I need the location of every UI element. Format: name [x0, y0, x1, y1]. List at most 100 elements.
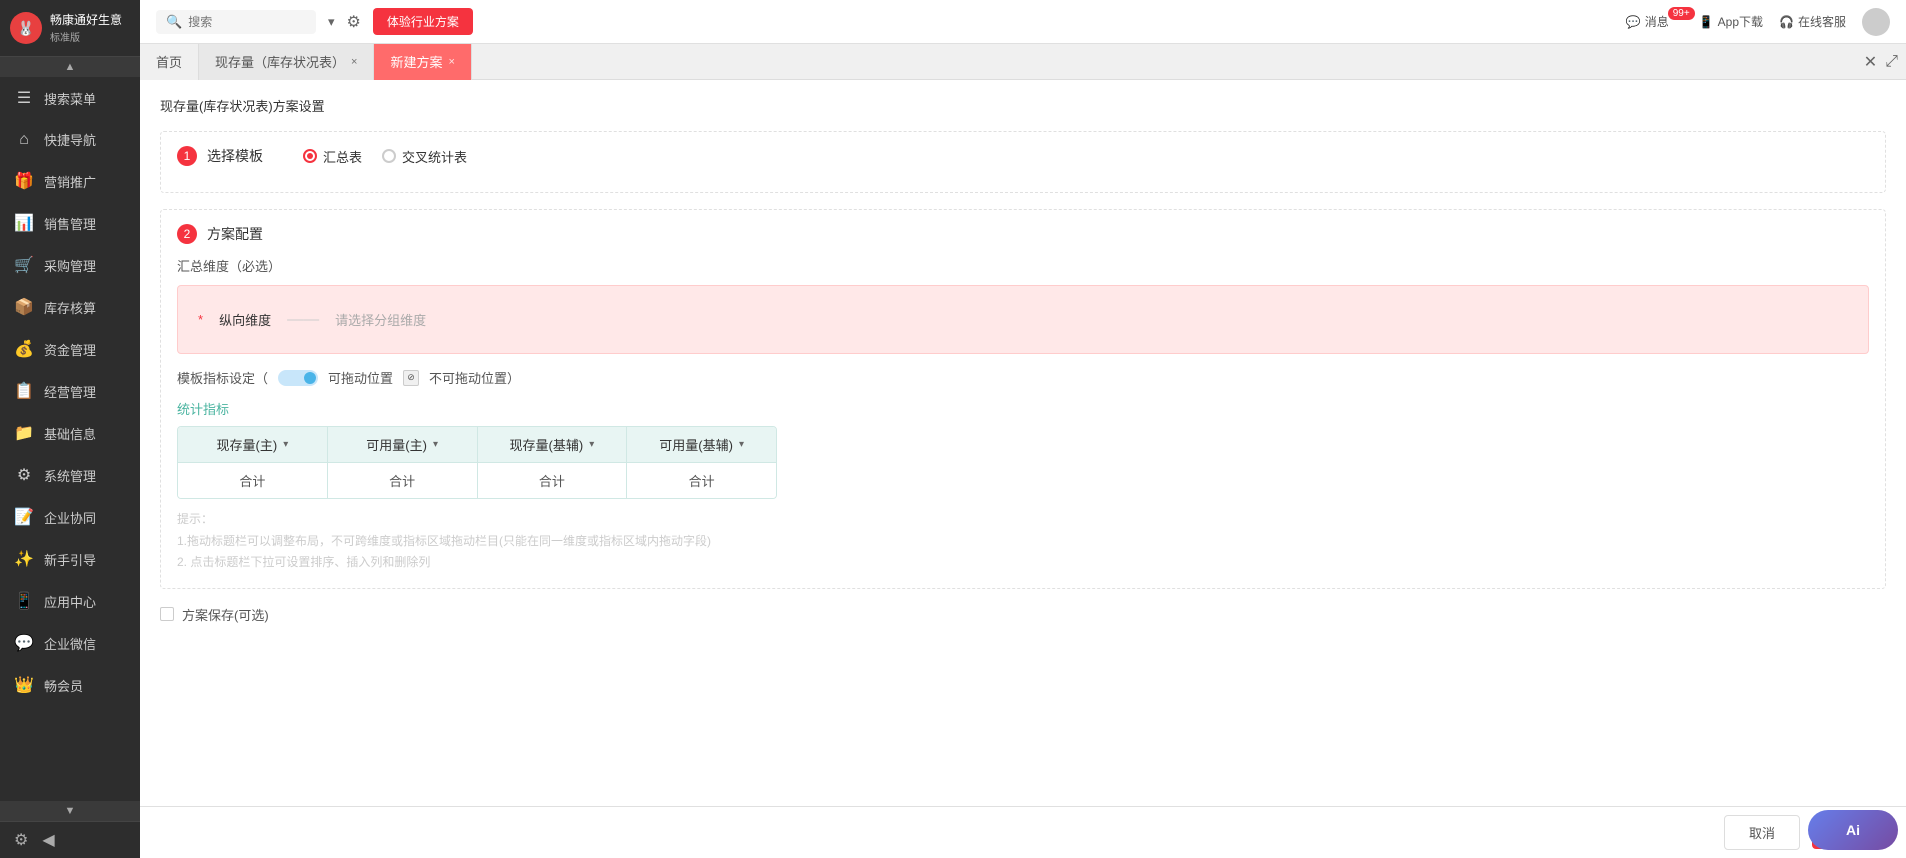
tab-new-plan-label: 新建方案	[390, 52, 442, 71]
tip1: 1.拖动标题栏可以调整布局，不可跨维度或指标区域拖动栏目(只能在同一维度或指标区…	[177, 531, 1869, 553]
app-icon: 📱	[14, 591, 34, 611]
section2-header: 2 方案配置	[177, 224, 1869, 244]
tab-new-plan[interactable]: 新建方案 ×	[374, 44, 471, 80]
topbar-dropdown-icon[interactable]: ▾	[328, 14, 335, 30]
cell-2: 合计	[328, 463, 478, 498]
stats-col-2[interactable]: 可用量(主) ▾	[328, 427, 478, 462]
tabs-bar: 首页 现存量（库存状况表） × 新建方案 × ✕ ⤢	[140, 44, 1906, 80]
sidebar-label: 畅会员	[44, 676, 83, 695]
cart-icon: 🛒	[14, 255, 34, 275]
message-icon-area[interactable]: 💬 消息 99+	[1626, 13, 1683, 30]
sidebar-item-operation[interactable]: 📋 经营管理	[0, 370, 140, 412]
tips-title: 提示：	[177, 509, 1869, 531]
sidebar-item-corp-protocol[interactable]: 📝 企业协同	[0, 496, 140, 538]
online-service-link[interactable]: 🎧 在线客服	[1779, 13, 1846, 30]
section1-title: 选择模板	[207, 146, 263, 166]
save-option: 方案保存(可选)	[160, 605, 1886, 624]
stats-col-3[interactable]: 现存量(基辅) ▾	[478, 427, 628, 462]
app-download-icon: 📱	[1699, 15, 1714, 29]
sidebar-scroll-down[interactable]: ▼	[0, 801, 140, 821]
tab-inventory-label: 现存量（库存状况表）	[215, 52, 345, 71]
non-draggable-label: 不可拖动位置）	[429, 368, 520, 387]
sidebar-item-purchase-mgmt[interactable]: 🛒 采购管理	[0, 244, 140, 286]
stats-col-1[interactable]: 现存量(主) ▾	[178, 427, 328, 462]
sidebar-item-sys-mgmt[interactable]: ⚙ 系统管理	[0, 454, 140, 496]
tab-inventory-status[interactable]: 现存量（库存状况表） ×	[199, 44, 374, 80]
tab-home[interactable]: 首页	[140, 44, 199, 80]
sidebar-label: 新手引导	[44, 550, 96, 569]
radio-cross-label: 交叉统计表	[402, 147, 467, 166]
stats-table-header: 现存量(主) ▾ 可用量(主) ▾ 现存量(基辅) ▾ 可用量(基辅)	[178, 427, 776, 462]
sidebar-label: 经营管理	[44, 382, 96, 401]
dimension-label: 纵向维度	[219, 310, 271, 329]
col3-chevron-icon[interactable]: ▾	[589, 439, 594, 450]
service-icon: 🎧	[1779, 15, 1794, 29]
template-summary[interactable]: 汇总表	[303, 147, 362, 166]
sidebar-label: 快捷导航	[44, 130, 96, 149]
ai-float-button[interactable]: Ai	[1808, 810, 1898, 850]
dimension-area: * 纵向维度 —— 请选择分组维度	[177, 285, 1869, 354]
footer-sound-icon[interactable]: ◀	[42, 830, 54, 850]
sidebar-item-corp-wechat[interactable]: 💬 企业微信	[0, 622, 140, 664]
tip2: 2. 点击标题栏下拉可设置排序、插入列和删除列	[177, 552, 1869, 574]
gift-icon: 🎁	[14, 171, 34, 191]
dimension-placeholder[interactable]: 请选择分组维度	[335, 310, 426, 329]
sidebar: 🐰 畅康通好生意 标准版 ▲ ☰ 搜索菜单 ⌂ 快捷导航 🎁 营销推广 📊 销售…	[0, 0, 140, 858]
draggable-label: 可拖动位置	[328, 368, 393, 387]
sidebar-scroll-up[interactable]: ▲	[0, 57, 140, 77]
radio-cross-icon	[382, 149, 396, 163]
col4-label: 可用量(基辅)	[659, 435, 733, 454]
col1-chevron-icon[interactable]: ▾	[283, 439, 288, 450]
template-cross[interactable]: 交叉统计表	[382, 147, 467, 166]
col4-chevron-icon[interactable]: ▾	[739, 439, 744, 450]
sidebar-item-vip[interactable]: 👑 畅会员	[0, 664, 140, 706]
save-option-label: 方案保存(可选)	[182, 605, 269, 624]
section-template: 1 选择模板 汇总表 交叉统计表	[160, 131, 1886, 193]
sidebar-label: 销售管理	[44, 214, 96, 233]
search-input[interactable]	[188, 15, 288, 29]
section2-title: 方案配置	[207, 224, 263, 244]
user-avatar[interactable]	[1862, 8, 1890, 36]
indicator-setting: 模板指标设定（ 可拖动位置 ⊘ 不可拖动位置）	[177, 368, 1869, 387]
sidebar-item-app-center[interactable]: 📱 应用中心	[0, 580, 140, 622]
col2-chevron-icon[interactable]: ▾	[433, 439, 438, 450]
sidebar-item-sales-mgmt[interactable]: 📊 销售管理	[0, 202, 140, 244]
footer-settings-icon[interactable]: ⚙	[14, 830, 28, 850]
trial-btn[interactable]: 体验行业方案	[373, 8, 473, 35]
stats-col-4[interactable]: 可用量(基辅) ▾	[627, 427, 776, 462]
guide-icon: ✨	[14, 549, 34, 569]
draggable-toggle[interactable]	[278, 370, 318, 386]
sidebar-item-finance[interactable]: 💰 资金管理	[0, 328, 140, 370]
agg-dim-label: 汇总维度（必选）	[177, 256, 1869, 275]
radio-summary-icon	[303, 149, 317, 163]
template-options: 汇总表 交叉统计表	[303, 147, 467, 166]
cancel-button[interactable]: 取消	[1724, 815, 1800, 850]
sidebar-item-inventory[interactable]: 📦 库存核算	[0, 286, 140, 328]
app-download-label: App下载	[1718, 13, 1763, 30]
vip-icon: 👑	[14, 675, 34, 695]
tab-inventory-close-icon[interactable]: ×	[351, 56, 357, 68]
search-menu-icon: ☰	[14, 88, 34, 108]
dimension-row[interactable]: * 纵向维度 —— 请选择分组维度	[198, 310, 1848, 329]
sidebar-item-search-menu[interactable]: ☰ 搜索菜单	[0, 77, 140, 119]
sidebar-item-new-guide[interactable]: ✨ 新手引导	[0, 538, 140, 580]
sidebar-label: 采购管理	[44, 256, 96, 275]
tab-new-plan-close-icon[interactable]: ×	[448, 56, 454, 68]
sidebar-label: 企业协同	[44, 508, 96, 527]
stats-label: 统计指标	[177, 399, 1869, 418]
save-checkbox[interactable]	[160, 607, 174, 621]
tab-expand-icon[interactable]: ⤢	[1885, 53, 1898, 71]
app-download-link[interactable]: 📱 App下载	[1699, 13, 1763, 30]
stats-table-row: 合计 合计 合计 合计	[178, 462, 776, 498]
search-box[interactable]: 🔍	[156, 10, 316, 34]
bottom-bar: 取消 查询	[140, 806, 1906, 858]
sidebar-item-marketing[interactable]: 🎁 营销推广	[0, 160, 140, 202]
sidebar-item-quick-nav[interactable]: ⌂ 快捷导航	[0, 119, 140, 160]
topbar-gear-icon[interactable]: ⚙	[347, 12, 361, 32]
page-title: 现存量(库存状况表)方案设置	[160, 96, 1886, 115]
sidebar-label: 库存核算	[44, 298, 96, 317]
topbar-right: 💬 消息 99+ 📱 App下载 🎧 在线客服	[1626, 8, 1890, 36]
tab-close-icon[interactable]: ✕	[1864, 52, 1877, 72]
sidebar-item-basic-info[interactable]: 📁 基础信息	[0, 412, 140, 454]
cell-4: 合计	[627, 463, 776, 498]
